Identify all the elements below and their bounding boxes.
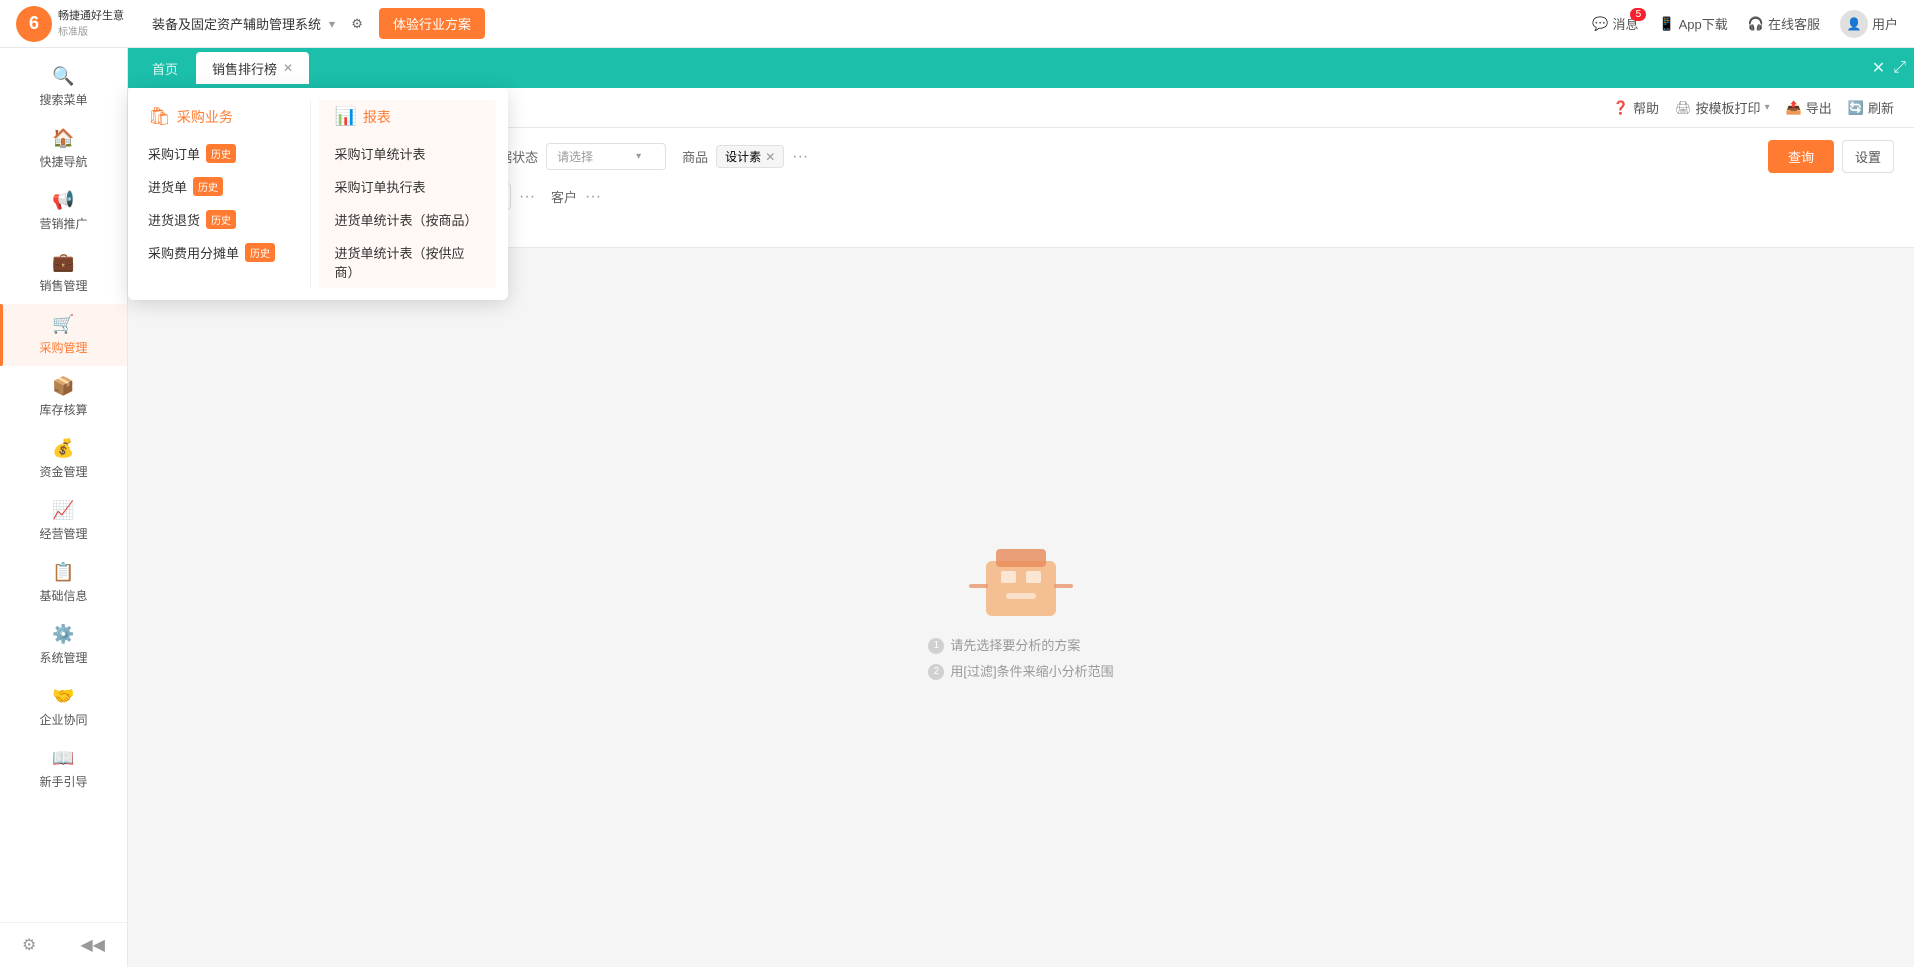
history-badge-4: 历史 xyxy=(245,243,275,262)
dropdown-divider xyxy=(310,100,311,288)
report-icon: 📊 xyxy=(335,106,357,127)
dropdown-item-purchase-order-exec[interactable]: 采购订单执行表 xyxy=(327,170,489,203)
history-badge-3: 历史 xyxy=(206,210,236,229)
dropdown-item-goods-stats-by-product[interactable]: 进货单统计表（按商品） xyxy=(327,203,489,236)
dropdown-left-col: 🛍 采购业务 采购订单 历史 进货单 历史 进货退货 历史 采购费用分摊单 历史 xyxy=(140,100,302,288)
dropdown-right-header: 📊 报表 xyxy=(327,100,489,137)
dropdown-item-purchase-order-stats[interactable]: 采购订单统计表 xyxy=(327,137,489,170)
dropdown-item-purchase-order[interactable]: 采购订单 历史 xyxy=(140,137,302,170)
purchase-dropdown-menu: 🛍 采购业务 采购订单 历史 进货单 历史 进货退货 历史 采购费用分摊单 历史… xyxy=(128,88,508,300)
dropdown-item-goods-stats-by-supplier[interactable]: 进货单统计表（按供应商） xyxy=(327,236,489,288)
dropdown-item-purchase-expense[interactable]: 采购费用分摊单 历史 xyxy=(140,236,302,269)
history-badge-1: 历史 xyxy=(206,144,236,163)
dropdown-item-goods-receipt[interactable]: 进货单 历史 xyxy=(140,170,302,203)
dropdown-left-header: 🛍 采购业务 xyxy=(140,100,302,137)
dropdown-item-goods-return[interactable]: 进货退货 历史 xyxy=(140,203,302,236)
dropdown-right-col: 📊 报表 采购订单统计表 采购订单执行表 进货单统计表（按商品） 进货单统计表（… xyxy=(319,100,497,288)
history-badge-2: 历史 xyxy=(193,177,223,196)
shopping-bag-icon: 🛍 xyxy=(148,106,171,127)
